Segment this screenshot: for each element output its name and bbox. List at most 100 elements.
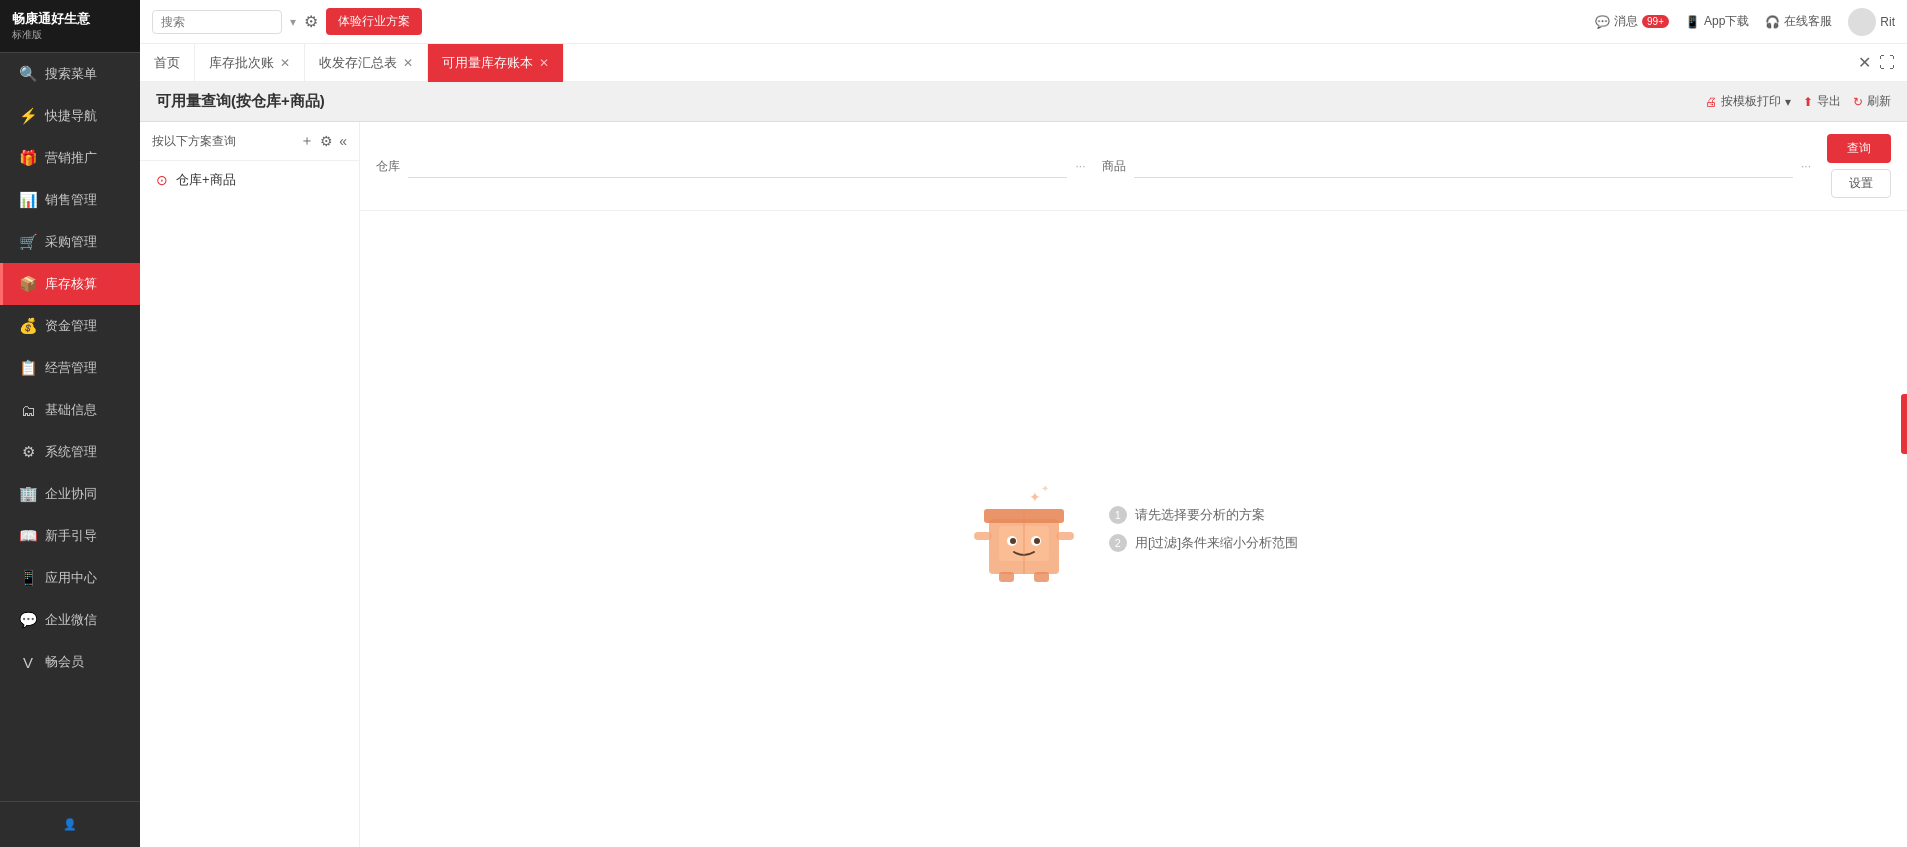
topbar-right: 💬 消息 99 📱 App下载 🎧 在线客服 Rit	[1595, 8, 1895, 36]
sidebar-label-app-center: 应用中心	[45, 569, 97, 587]
svg-rect-9	[1056, 532, 1074, 540]
topbar: ▾ ⚙ 体验行业方案 💬 消息 99 📱 App下载 🎧 在线客服 Rit	[140, 0, 1907, 44]
sidebar-icon-search: 🔍	[19, 65, 37, 83]
page-title: 可用量查询(按仓库+商品)	[156, 92, 325, 111]
sidebar-item-marketing[interactable]: 🎁 营销推广	[0, 137, 140, 179]
sidebar-item-system[interactable]: ⚙ 系统管理	[0, 431, 140, 473]
topbar-user-btn[interactable]: Rit	[1848, 8, 1895, 36]
sidebar-label-quick-nav: 快捷导航	[45, 107, 97, 125]
sidebar-item-vip[interactable]: V 畅会员	[0, 641, 140, 683]
tab-home[interactable]: 首页	[140, 44, 195, 82]
hint-text: 请先选择要分析的方案	[1135, 506, 1265, 524]
sidebar-label-finance: 资金管理	[45, 317, 97, 335]
message-icon: 💬	[1595, 15, 1610, 29]
warehouse-label: 仓库	[376, 158, 400, 175]
topbar-message-btn[interactable]: 💬 消息 99	[1595, 13, 1669, 30]
sidebar-item-app-center[interactable]: 📱 应用中心	[0, 557, 140, 599]
sidebar-item-new-guide[interactable]: 📖 新手引导	[0, 515, 140, 557]
sidebar-item-inventory[interactable]: 📦 库存核算	[0, 263, 140, 305]
sidebar-icon-finance: 💰	[19, 317, 37, 335]
tab-label-batch-account: 库存批次账	[209, 54, 274, 72]
refresh-btn[interactable]: ↻ 刷新	[1853, 93, 1891, 110]
version-label: 标准版	[12, 28, 128, 42]
svg-text:✦: ✦	[1041, 483, 1049, 494]
warehouse-more-icon[interactable]: ···	[1075, 159, 1085, 173]
sidebar-item-enterprise[interactable]: 🏢 企业协同	[0, 473, 140, 515]
settings-btn[interactable]: 设置	[1831, 169, 1891, 198]
sidebar-icon-wechat: 💬	[19, 611, 37, 629]
message-label: 消息	[1614, 13, 1638, 30]
svg-rect-11	[1034, 572, 1049, 582]
topbar-search-input[interactable]	[152, 10, 282, 34]
trial-industry-btn[interactable]: 体验行业方案	[326, 8, 422, 35]
tab-summary[interactable]: 收发存汇总表✕	[305, 44, 428, 82]
print-template-btn[interactable]: 🖨 按模板打印 ▾	[1705, 93, 1791, 110]
filter-sidebar: 按以下方案查询 ＋ ⚙ « ⊙ 仓库+商品	[140, 122, 360, 847]
print-dropdown-icon[interactable]: ▾	[1785, 95, 1791, 109]
print-icon: 🖨	[1705, 95, 1717, 109]
filter-scheme-item[interactable]: ⊙ 仓库+商品	[140, 161, 359, 199]
topbar-app-download-btn[interactable]: 📱 App下载	[1685, 13, 1749, 30]
message-badge: 99	[1642, 15, 1669, 28]
user-name-label: Rit	[1880, 15, 1895, 29]
sidebar-item-search[interactable]: 🔍 搜索菜单	[0, 53, 140, 95]
page-header: 可用量查询(按仓库+商品) 🖨 按模板打印 ▾ ⬆ 导出 ↻ 刷新	[140, 82, 1907, 122]
sidebar-bottom-item[interactable]: 👤	[0, 810, 140, 839]
empty-state-content: ✦ ✦ 1 请先选择要分析的方案 2 用[过滤]条件来缩小分析范围	[969, 474, 1298, 584]
query-actions: 查询 设置	[1827, 134, 1891, 198]
tab-expand-icon[interactable]: ⛶	[1879, 54, 1895, 72]
tab-available-stock[interactable]: 可用量库存账本✕	[428, 44, 564, 82]
tab-bar-actions: ✕ ⛶	[1846, 44, 1907, 81]
topbar-gear-icon[interactable]: ⚙	[304, 12, 318, 31]
sidebar-icon-enterprise: 🏢	[19, 485, 37, 503]
goods-label: 商品	[1102, 158, 1126, 175]
sidebar-item-business[interactable]: 📋 经营管理	[0, 347, 140, 389]
sidebar-item-basic-info[interactable]: 🗂 基础信息	[0, 389, 140, 431]
query-conditions: 仓库 ··· 商品 ··· 查询 设置	[360, 122, 1907, 211]
empty-box-icon: ✦ ✦	[969, 474, 1079, 584]
warehouse-input[interactable]	[408, 155, 1067, 178]
topbar-dropdown-icon[interactable]: ▾	[290, 15, 296, 29]
sidebar-label-sales: 销售管理	[45, 191, 97, 209]
topbar-online-service-btn[interactable]: 🎧 在线客服	[1765, 13, 1832, 30]
query-btn[interactable]: 查询	[1827, 134, 1891, 163]
sidebar-icon-inventory: 📦	[19, 275, 37, 293]
avatar	[1848, 8, 1876, 36]
tab-close-summary[interactable]: ✕	[403, 56, 413, 70]
query-area: 仓库 ··· 商品 ··· 查询 设置	[360, 122, 1907, 847]
sidebar-label-marketing: 营销推广	[45, 149, 97, 167]
tab-close-available-stock[interactable]: ✕	[539, 56, 549, 70]
tab-container: 首页库存批次账✕收发存汇总表✕可用量库存账本✕	[140, 44, 564, 81]
filter-collapse-icon[interactable]: «	[339, 133, 347, 149]
sidebar-label-wechat: 企业微信	[45, 611, 97, 629]
goods-more-icon[interactable]: ···	[1801, 159, 1811, 173]
sidebar-item-quick-nav[interactable]: ⚡ 快捷导航	[0, 95, 140, 137]
tab-batch-account[interactable]: 库存批次账 ✕	[195, 44, 305, 82]
filter-settings-icon[interactable]: ⚙	[320, 133, 333, 149]
sidebar-item-sales[interactable]: 📊 销售管理	[0, 179, 140, 221]
sidebar-label-inventory: 库存核算	[45, 275, 97, 293]
tab-close-batch-account[interactable]: ✕	[280, 56, 290, 70]
main-area: ▾ ⚙ 体验行业方案 💬 消息 99 📱 App下载 🎧 在线客服 Rit	[140, 0, 1907, 847]
sidebar-label-system: 系统管理	[45, 443, 97, 461]
online-service-label: 在线客服	[1784, 13, 1832, 30]
right-scroll-indicator[interactable]	[1901, 394, 1907, 454]
filter-scheme-label: 仓库+商品	[176, 171, 236, 189]
goods-input[interactable]	[1134, 155, 1793, 178]
sidebar-icon-system: ⚙	[19, 443, 37, 461]
tab-close-all-icon[interactable]: ✕	[1858, 53, 1871, 72]
sidebar-label-new-guide: 新手引导	[45, 527, 97, 545]
sidebar-item-purchase[interactable]: 🛒 采购管理	[0, 221, 140, 263]
filter-scheme-icon: ⊙	[156, 172, 168, 188]
sidebar-item-finance[interactable]: 💰 资金管理	[0, 305, 140, 347]
sidebar-item-wechat[interactable]: 💬 企业微信	[0, 599, 140, 641]
filter-add-icon[interactable]: ＋	[300, 132, 314, 150]
empty-hints: 1 请先选择要分析的方案 2 用[过滤]条件来缩小分析范围	[1109, 506, 1298, 552]
page-header-actions: 🖨 按模板打印 ▾ ⬆ 导出 ↻ 刷新	[1705, 93, 1891, 110]
refresh-icon: ↻	[1853, 95, 1863, 109]
sidebar-label-vip: 畅会员	[45, 653, 84, 671]
app-download-icon: 📱	[1685, 15, 1700, 29]
hint-number: 2	[1109, 534, 1127, 552]
print-label: 按模板打印	[1721, 93, 1781, 110]
export-btn[interactable]: ⬆ 导出	[1803, 93, 1841, 110]
